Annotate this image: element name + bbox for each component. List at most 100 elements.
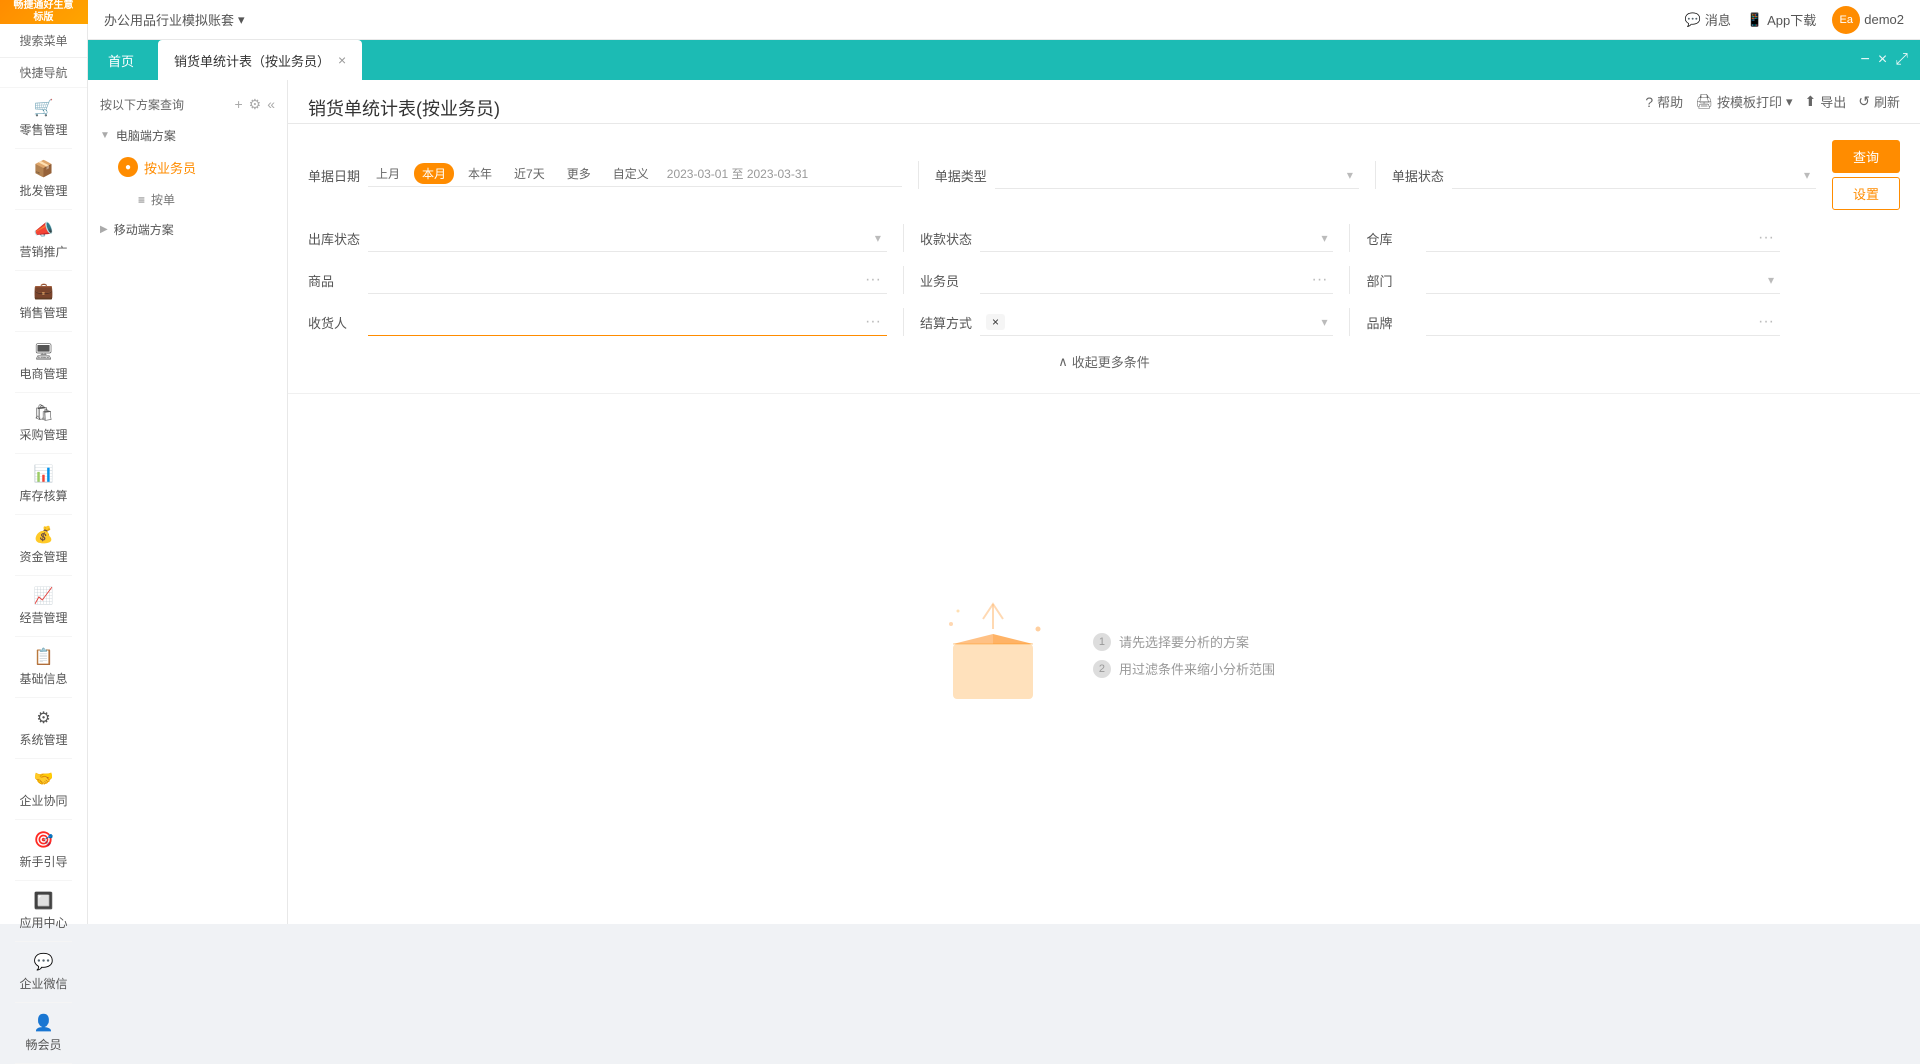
- consignee-control[interactable]: ···: [368, 308, 887, 336]
- sidebar-item-icon-10: ⚙: [36, 708, 50, 728]
- payment-status-control[interactable]: ▾: [980, 224, 1334, 252]
- filter-row-4: 收货人 ··· 结算方式 × ▾: [308, 308, 1900, 336]
- settlement-label: 结算方式: [920, 313, 980, 332]
- filter-divider-1: [918, 161, 919, 189]
- sidebar-item-icon-6: 📊: [34, 464, 54, 484]
- consignee-dots-icon[interactable]: ···: [865, 313, 881, 331]
- date-custom-btn[interactable]: 自定义: [605, 163, 657, 184]
- tab-home[interactable]: 首页: [88, 40, 154, 80]
- dept-dropdown-icon: ▾: [1768, 273, 1774, 287]
- sidebar-item-icon-3: 💼: [34, 281, 54, 301]
- date-7days-btn[interactable]: 近7天: [506, 163, 553, 184]
- staff-dots-icon[interactable]: ···: [1311, 271, 1327, 289]
- doc-status-control[interactable]: ▾: [1452, 161, 1816, 189]
- help-button[interactable]: ? 帮助: [1645, 92, 1683, 111]
- brand-dots-icon[interactable]: ···: [1758, 313, 1774, 331]
- sidebar-item-14[interactable]: 💬企业微信: [15, 942, 71, 1003]
- payment-dropdown-icon: ▾: [1321, 231, 1327, 245]
- date-this-year-btn[interactable]: 本年: [460, 163, 500, 184]
- sidebar-item-label-12: 新手引导: [19, 853, 67, 870]
- search-menu-item[interactable]: 搜索菜单: [0, 24, 87, 58]
- dept-control[interactable]: ▾: [1426, 266, 1780, 294]
- sidebar-item-5[interactable]: 🛍采购管理: [15, 393, 71, 454]
- empty-tips: 1 请先选择要分析的方案 2 用过滤条件来缩小分析范围: [1093, 632, 1275, 686]
- tab-close-icon[interactable]: ×: [338, 52, 346, 68]
- refresh-button[interactable]: ↺ 刷新: [1858, 92, 1900, 111]
- add-scheme-button[interactable]: +: [234, 96, 242, 113]
- tab-sales-stats[interactable]: 销货单统计表（按业务员） ×: [158, 40, 362, 80]
- desktop-section-title[interactable]: ▼ 电脑端方案: [88, 121, 287, 150]
- tab-close-button[interactable]: ×: [1878, 51, 1887, 69]
- sidebar-item-10[interactable]: ⚙系统管理: [15, 698, 71, 759]
- date-more-btn[interactable]: 更多: [559, 163, 599, 184]
- delivery-status-control[interactable]: ▾: [368, 224, 887, 252]
- sidebar-item-icon-15: 👤: [34, 1013, 54, 1033]
- sidebar-item-8[interactable]: 📈经营管理: [15, 576, 71, 637]
- date-this-month-btn[interactable]: 本月: [414, 163, 454, 184]
- settings-scheme-button[interactable]: ⚙: [249, 96, 262, 113]
- sidebar-item-6[interactable]: 📊 库存核算: [15, 454, 71, 515]
- print-button[interactable]: 🖨 按模板打印 ▾: [1695, 92, 1792, 111]
- sidebar-item-0[interactable]: 🛒零售管理: [15, 88, 71, 149]
- sidebar-item-label-6: 库存核算: [19, 487, 67, 504]
- collapse-panel-button[interactable]: «: [267, 96, 275, 113]
- warehouse-dots-icon[interactable]: ···: [1758, 229, 1774, 247]
- sidebar-item-2[interactable]: 📣营销推广: [15, 210, 71, 271]
- filter-row-2: 出库状态 ▾ 收款状态 ▾: [308, 224, 1900, 252]
- filter-row-1: 单据日期 上月 本月 本年 近7天 更多 自定义 2023-03-01 至 20…: [308, 140, 1900, 210]
- mobile-section-title[interactable]: ▶ 移动端方案: [88, 215, 287, 244]
- empty-state-content: 1 请先选择要分析的方案 2 用过滤条件来缩小分析范围: [933, 589, 1275, 729]
- setting-button[interactable]: 设置: [1832, 177, 1900, 210]
- tab-minimize-button[interactable]: −: [1861, 51, 1870, 69]
- download-icon: 📱: [1747, 12, 1763, 28]
- desktop-arrow-icon: ▼: [100, 130, 110, 141]
- sidebar-item-icon-2: 📣: [34, 220, 54, 240]
- delivery-dropdown-icon: ▾: [875, 231, 881, 245]
- mobile-section: ▶ 移动端方案: [88, 215, 287, 244]
- scheme-item-by-staff[interactable]: ● 按业务员: [88, 150, 287, 184]
- topbar-right: 💬 消息 📱 App下载 Ea demo2: [1685, 6, 1904, 34]
- app-download-button[interactable]: 📱 App下载: [1747, 10, 1816, 29]
- sidebar-item-4[interactable]: 🖥电商管理: [15, 332, 71, 393]
- goods-dots-icon[interactable]: ···: [865, 271, 881, 289]
- export-button[interactable]: ⬆ 导出: [1805, 92, 1847, 111]
- date-last-month-btn[interactable]: 上月: [368, 163, 408, 184]
- sidebar-item-1[interactable]: 📦 批发管理: [15, 149, 71, 210]
- sidebar-item-icon-1: 📦: [34, 159, 54, 179]
- sidebar-item-12[interactable]: 🎯新手引导: [15, 820, 71, 881]
- brand-item: 品牌 ···: [1366, 308, 1780, 336]
- warehouse-control[interactable]: ···: [1426, 224, 1780, 252]
- goods-control[interactable]: ···: [368, 266, 887, 294]
- settlement-control[interactable]: × ▾: [980, 308, 1334, 336]
- quick-nav-item[interactable]: 快捷导航: [0, 58, 87, 88]
- app-logo[interactable]: 畅捷通好生意 标版: [0, 0, 88, 24]
- tab-maximize-button[interactable]: ⤢: [1895, 51, 1908, 69]
- doc-status-dropdown-icon: ▾: [1804, 168, 1810, 182]
- consignee-item: 收货人 ···: [308, 308, 887, 336]
- tabbar-actions: − × ⤢: [1861, 51, 1920, 69]
- sidebar-item-11[interactable]: 🤝企业协同: [15, 759, 71, 820]
- user-menu[interactable]: Ea demo2: [1832, 6, 1904, 34]
- sidebar-item-label-1: 批发管理: [19, 182, 67, 199]
- staff-control[interactable]: ···: [980, 266, 1334, 294]
- sidebar-item-13[interactable]: 🔲应用中心: [15, 881, 71, 942]
- settlement-tag-close[interactable]: ×: [986, 314, 1005, 330]
- filter-divider-8: [1349, 308, 1350, 336]
- message-button[interactable]: 💬 消息: [1685, 10, 1731, 29]
- sidebar-item-15[interactable]: 👤畅会员: [15, 1003, 71, 1064]
- industry-label: 办公用品行业模拟账套: [104, 10, 234, 29]
- sidebar-item-3[interactable]: 💼销售管理: [15, 271, 71, 332]
- payment-status-item: 收款状态 ▾: [920, 224, 1334, 252]
- brand-label: 品牌: [1366, 313, 1426, 332]
- query-button[interactable]: 查询: [1832, 140, 1900, 173]
- industry-selector[interactable]: 办公用品行业模拟账套 ▾: [104, 10, 245, 29]
- brand-control[interactable]: ···: [1426, 308, 1780, 336]
- collapse-filter-button[interactable]: ∧ 收起更多条件: [308, 346, 1900, 377]
- sidebar-item-9[interactable]: 📋基础信息: [15, 637, 71, 698]
- sidebar-item-7[interactable]: 💰资金管理: [15, 515, 71, 576]
- doc-type-control[interactable]: ▾: [995, 161, 1359, 189]
- filter-row-3: 商品 ··· 业务员 ···: [308, 266, 1900, 294]
- main-wrap: 办公用品行业模拟账套 ▾ 💬 消息 📱 App下载 Ea demo2 首页: [88, 0, 1920, 924]
- avatar: Ea: [1832, 6, 1860, 34]
- scheme-item-by-order[interactable]: ≡ 按单: [88, 184, 287, 215]
